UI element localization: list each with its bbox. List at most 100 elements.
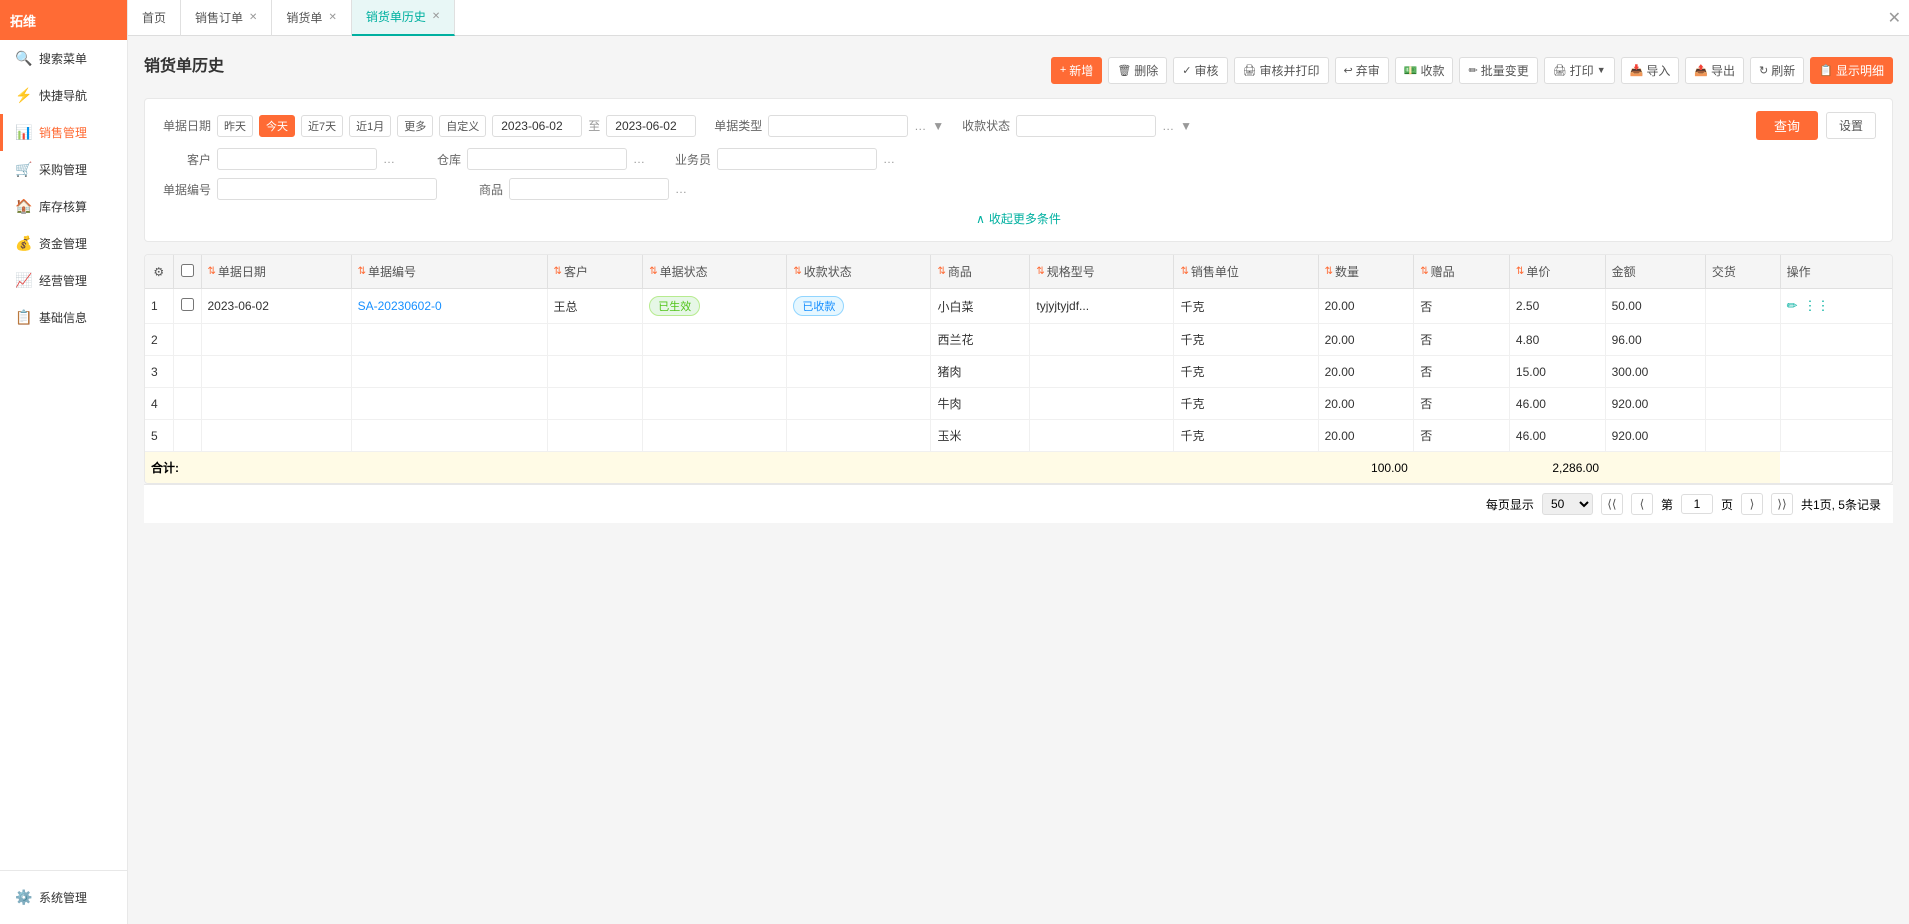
select-all-checkbox[interactable]: [181, 264, 194, 277]
sidebar-item-operations[interactable]: 📈 经营管理: [0, 262, 127, 299]
col-goods[interactable]: ⇅ 商品: [931, 255, 1030, 289]
date-today[interactable]: 今天: [259, 115, 295, 137]
page-first-button[interactable]: ⟨⟨: [1601, 493, 1623, 515]
row-check-cell[interactable]: [173, 388, 201, 420]
row-check-cell[interactable]: [173, 356, 201, 388]
delete-button[interactable]: 🗑 删除: [1108, 57, 1167, 84]
date-1month[interactable]: 近1月: [349, 115, 391, 137]
sidebar-item-system[interactable]: ⚙️ 系统管理: [0, 879, 127, 916]
date-yesterday[interactable]: 昨天: [217, 115, 253, 137]
settings-icon[interactable]: ⚙: [153, 265, 164, 279]
sidebar-item-label: 采购管理: [39, 161, 87, 178]
date-from-input[interactable]: [492, 115, 582, 137]
settings-button[interactable]: 设置: [1826, 112, 1876, 139]
batch-change-button[interactable]: ✏ 批量变更: [1459, 57, 1537, 84]
col-gift[interactable]: ⇅ 赠品: [1414, 255, 1510, 289]
sidebar-item-quick-nav[interactable]: ⚡ 快捷导航: [0, 77, 127, 114]
table-wrapper: ⚙ ⇅ 单据日期 ⇅: [144, 254, 1893, 484]
tab-sales-history[interactable]: 销货单历史 ✕: [352, 0, 455, 36]
sidebar-item-inventory[interactable]: 🏠 库存核算: [0, 188, 127, 225]
customer-select-icon[interactable]: …: [383, 152, 395, 166]
goods-select-icon[interactable]: …: [675, 182, 687, 196]
show-detail-button[interactable]: 📋 显示明细: [1810, 57, 1893, 84]
goods-input[interactable]: [509, 178, 669, 200]
row-customer-cell: [547, 388, 643, 420]
staff-input[interactable]: [717, 148, 877, 170]
row-no-cell[interactable]: SA-20230602-0: [351, 289, 547, 324]
row-check-cell[interactable]: [173, 420, 201, 452]
col-date[interactable]: ⇅ 单据日期: [201, 255, 351, 289]
tab-sales-order-close[interactable]: ✕: [249, 12, 257, 23]
row-checkbox[interactable]: [181, 298, 194, 311]
row-check-cell[interactable]: [173, 324, 201, 356]
sidebar-item-finance[interactable]: 💰 资金管理: [0, 225, 127, 262]
orderno-input[interactable]: [217, 178, 437, 200]
col-qty[interactable]: ⇅ 数量: [1318, 255, 1414, 289]
col-settings[interactable]: ⚙: [145, 255, 173, 289]
staff-select-icon[interactable]: …: [883, 152, 895, 166]
col-amount[interactable]: 金额: [1605, 255, 1705, 289]
col-spec[interactable]: ⇅ 规格型号: [1030, 255, 1174, 289]
date-7days[interactable]: 近7天: [301, 115, 343, 137]
sidebar-item-search-menu[interactable]: 🔍 搜索菜单: [0, 40, 127, 77]
page-last-button[interactable]: ⟩⟩: [1771, 493, 1793, 515]
col-price[interactable]: ⇅ 单价: [1509, 255, 1605, 289]
audit-print-button[interactable]: 🖨 审核并打印: [1234, 57, 1329, 84]
col-payment-status-sort: ⇅ 收款状态: [793, 263, 924, 280]
page-prev-button[interactable]: ⟨: [1631, 493, 1653, 515]
audit-button[interactable]: ✓ 审核: [1173, 57, 1227, 84]
customer-input[interactable]: [217, 148, 377, 170]
sidebar-item-sales-mgmt[interactable]: 📊 销售管理: [0, 114, 127, 151]
edit-action-icon[interactable]: ✏: [1787, 298, 1798, 314]
tab-sales-history-label: 销货单历史: [366, 8, 426, 25]
sidebar-item-purchase-mgmt[interactable]: 🛒 采购管理: [0, 151, 127, 188]
warehouse-input[interactable]: [467, 148, 627, 170]
export-button[interactable]: 📤 导出: [1685, 57, 1744, 84]
payment-select-icon[interactable]: …: [1162, 119, 1174, 133]
type-select-icon[interactable]: …: [914, 119, 926, 133]
warehouse-select-icon[interactable]: …: [633, 152, 645, 166]
col-customer[interactable]: ⇅ 客户: [547, 255, 643, 289]
col-transaction[interactable]: 交货: [1705, 255, 1780, 289]
collapse-button[interactable]: ∧ 收起更多条件: [161, 208, 1876, 229]
type-input[interactable]: [768, 115, 908, 137]
row-check-cell[interactable]: [173, 289, 201, 324]
payment-input[interactable]: [1016, 115, 1156, 137]
date-more[interactable]: 更多: [397, 115, 433, 137]
sidebar-item-basic-info[interactable]: 📋 基础信息: [0, 299, 127, 336]
col-order-status[interactable]: ⇅ 单据状态: [643, 255, 787, 289]
query-button[interactable]: 查询: [1756, 111, 1818, 140]
row-date-cell: [201, 356, 351, 388]
col-unit[interactable]: ⇅ 销售单位: [1174, 255, 1318, 289]
refresh-button[interactable]: ↻ 刷新: [1750, 57, 1804, 84]
tab-close-all[interactable]: ✕: [1888, 8, 1909, 28]
row-no-cell[interactable]: [351, 324, 547, 356]
date-custom[interactable]: 自定义: [439, 115, 486, 137]
col-no[interactable]: ⇅ 单据编号: [351, 255, 547, 289]
abandon-button[interactable]: ↩ 弃审: [1335, 57, 1389, 84]
col-payment-status[interactable]: ⇅ 收款状态: [787, 255, 931, 289]
tab-sales-delivery[interactable]: 销货单 ✕: [272, 0, 351, 36]
tab-sales-history-close[interactable]: ✕: [432, 11, 440, 22]
more-action-icon[interactable]: ⋮⋮: [1804, 298, 1830, 314]
row-no-cell[interactable]: [351, 388, 547, 420]
row-no-cell[interactable]: [351, 420, 547, 452]
tab-home[interactable]: 首页: [128, 0, 181, 36]
page-input[interactable]: [1681, 494, 1713, 514]
per-page-select[interactable]: 50 20 100: [1542, 493, 1593, 515]
tab-sales-delivery-close[interactable]: ✕: [328, 12, 336, 23]
main-area: 首页 销售订单 ✕ 销货单 ✕ 销货单历史 ✕ ✕ 销货单历史 + 新增: [128, 0, 1909, 924]
date-to-input[interactable]: [606, 115, 696, 137]
payment-dropdown-icon[interactable]: ▼: [1180, 119, 1192, 133]
add-button[interactable]: + 新增: [1051, 57, 1102, 84]
print-button[interactable]: 🖨 打印 ▼: [1544, 57, 1615, 84]
payment-label: 收款状态: [960, 117, 1010, 134]
col-no-sort: ⇅ 单据编号: [358, 263, 541, 280]
col-check[interactable]: [173, 255, 201, 289]
tab-sales-order[interactable]: 销售订单 ✕: [181, 0, 272, 36]
type-dropdown-icon[interactable]: ▼: [932, 119, 944, 133]
collect-button[interactable]: 💵 收款: [1395, 57, 1454, 84]
row-no-cell[interactable]: [351, 356, 547, 388]
page-next-button[interactable]: ⟩: [1741, 493, 1763, 515]
import-button[interactable]: 📥 导入: [1621, 57, 1680, 84]
